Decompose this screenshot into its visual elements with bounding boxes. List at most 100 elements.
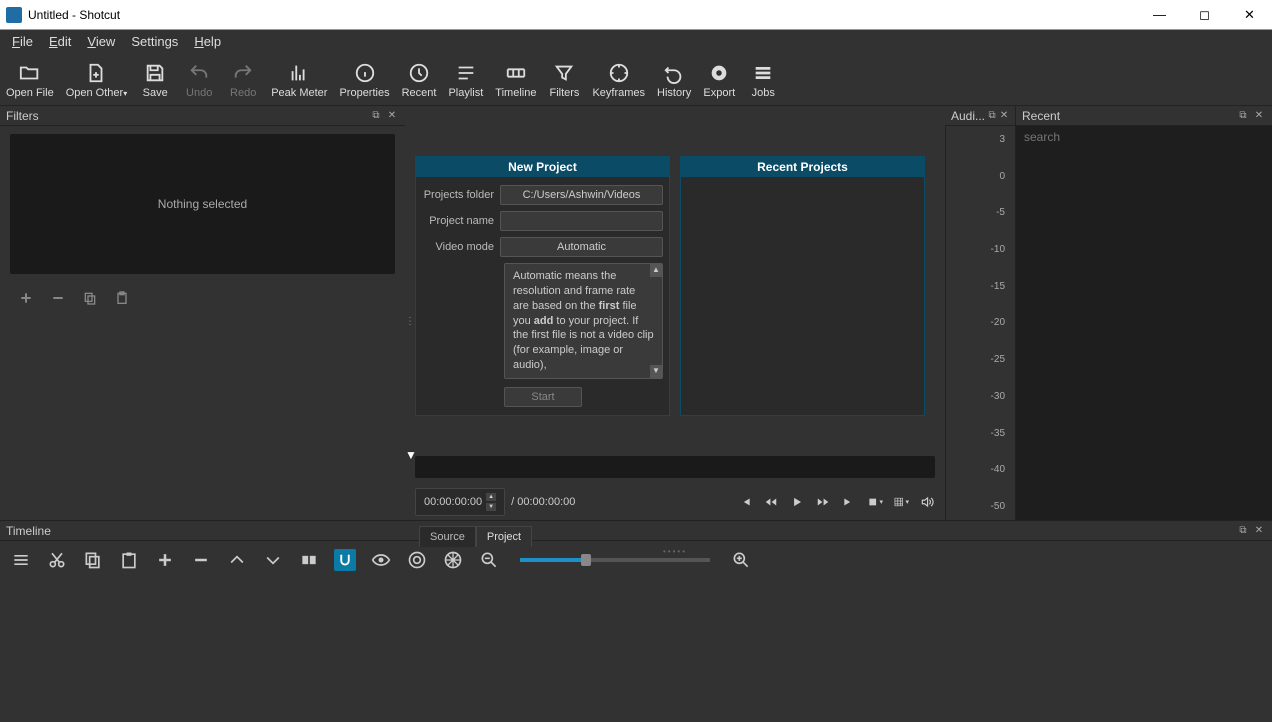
- timeline-undock-icon[interactable]: ⧉: [1236, 524, 1250, 538]
- jobs-button[interactable]: Jobs: [741, 56, 785, 103]
- filters-close-icon[interactable]: ✕: [385, 109, 399, 123]
- zoom-fit-button[interactable]: ▾: [867, 494, 883, 510]
- app-icon: [6, 7, 22, 23]
- remove-filter-button[interactable]: [48, 288, 68, 308]
- recent-panel-header: Recent ⧉ ✕: [1016, 106, 1272, 126]
- properties-button[interactable]: Properties: [333, 56, 395, 103]
- keyframes-icon: [608, 62, 630, 84]
- scrub-button[interactable]: [370, 549, 392, 571]
- menu-view[interactable]: View: [79, 30, 123, 54]
- recent-button[interactable]: Recent: [396, 56, 443, 103]
- copy-button[interactable]: [82, 549, 104, 571]
- recent-search-input[interactable]: [1016, 126, 1272, 148]
- tab-project[interactable]: Project: [476, 526, 532, 547]
- minimize-button[interactable]: —: [1137, 0, 1182, 29]
- cut-button[interactable]: [46, 549, 68, 571]
- recent-panel-title: Recent: [1022, 109, 1060, 123]
- project-name-input[interactable]: [500, 211, 663, 231]
- timeline-close-icon[interactable]: ✕: [1252, 524, 1266, 538]
- recent-panel: Recent ⧉ ✕: [1015, 106, 1272, 520]
- audio-close-icon[interactable]: ✕: [999, 109, 1009, 123]
- filters-undock-icon[interactable]: ⧉: [369, 109, 383, 123]
- timeline-panel-title: Timeline: [6, 524, 51, 538]
- keyframes-button[interactable]: Keyframes: [586, 56, 651, 103]
- remove-button[interactable]: [190, 549, 212, 571]
- filters-toolbar: [10, 284, 395, 312]
- recent-close-icon[interactable]: ✕: [1252, 109, 1266, 123]
- recent-body: [1016, 126, 1272, 520]
- timeline-icon: [505, 62, 527, 84]
- timeline-menu-button[interactable]: [10, 549, 32, 571]
- scroll-up-icon[interactable]: ▲: [650, 264, 662, 277]
- audio-peak-panel: Audi... ⧉ ✕ 3 0 -5 -10 -15 -20 -25 -30 -…: [945, 106, 1015, 520]
- zoom-thumb[interactable]: [581, 554, 591, 566]
- overwrite-button[interactable]: [262, 549, 284, 571]
- start-button[interactable]: Start: [504, 387, 582, 407]
- filters-panel-header: Filters ⧉ ✕: [0, 106, 405, 126]
- paste-filter-button[interactable]: [112, 288, 132, 308]
- rewind-button[interactable]: [763, 494, 779, 510]
- audio-meter-body: 3 0 -5 -10 -15 -20 -25 -30 -35 -40 -50: [945, 126, 1015, 520]
- player-track[interactable]: [415, 456, 935, 478]
- open-other-button[interactable]: Open Other▾: [60, 56, 134, 103]
- split-button[interactable]: [298, 549, 320, 571]
- recent-projects-card: Recent Projects: [680, 156, 925, 416]
- video-mode-info: Automatic means the resolution and frame…: [504, 263, 663, 379]
- timecode-down-icon[interactable]: ▼: [486, 503, 496, 511]
- menu-settings[interactable]: Settings: [123, 30, 186, 54]
- clock-icon: [408, 62, 430, 84]
- project-name-label: Project name: [422, 215, 500, 227]
- horizontal-resizer[interactable]: •••••: [405, 547, 945, 556]
- play-button[interactable]: [789, 494, 805, 510]
- video-mode-select[interactable]: Automatic: [500, 237, 663, 257]
- left-resizer[interactable]: [405, 313, 409, 343]
- timecode-up-icon[interactable]: ▲: [486, 493, 496, 501]
- peak-meter-button[interactable]: Peak Meter: [265, 56, 333, 103]
- folder-open-icon: [19, 62, 41, 84]
- skip-next-button[interactable]: [841, 494, 857, 510]
- menu-file[interactable]: File: [4, 30, 41, 54]
- append-button[interactable]: [154, 549, 176, 571]
- tab-source[interactable]: Source: [419, 526, 476, 547]
- save-button[interactable]: Save: [133, 56, 177, 103]
- copy-filter-button[interactable]: [80, 288, 100, 308]
- history-icon: [663, 62, 685, 84]
- audio-undock-icon[interactable]: ⧉: [987, 109, 997, 123]
- timeline-tracks[interactable]: [0, 579, 1272, 722]
- recent-undock-icon[interactable]: ⧉: [1236, 109, 1250, 123]
- maximize-button[interactable]: ◻: [1182, 0, 1227, 29]
- info-scrollbar[interactable]: ▲ ▼: [650, 264, 662, 378]
- open-file-button[interactable]: Open File: [0, 56, 60, 103]
- paste-button[interactable]: [118, 549, 140, 571]
- titlebar: Untitled - Shotcut — ◻ ✕: [0, 0, 1272, 30]
- export-button[interactable]: Export: [697, 56, 741, 103]
- history-button[interactable]: History: [651, 56, 697, 103]
- menu-edit[interactable]: Edit: [41, 30, 79, 54]
- player-area: ▼ 00:00:00:00 ▲ ▼ / 00:00:00:00: [405, 456, 945, 547]
- forward-button[interactable]: [815, 494, 831, 510]
- jobs-icon: [752, 62, 774, 84]
- filters-button[interactable]: Filters: [542, 56, 586, 103]
- video-mode-label: Video mode: [422, 241, 500, 253]
- audio-scale: 3 0 -5 -10 -15 -20 -25 -30 -35 -40 -50: [991, 134, 1005, 512]
- recent-projects-list: [681, 177, 924, 367]
- current-timecode[interactable]: 00:00:00:00 ▲ ▼: [415, 488, 505, 516]
- skip-prev-button[interactable]: [737, 494, 753, 510]
- window-title: Untitled - Shotcut: [28, 8, 1137, 22]
- snap-button[interactable]: [334, 549, 356, 571]
- filters-body: Nothing selected: [0, 126, 405, 520]
- recent-projects-title: Recent Projects: [681, 157, 924, 177]
- timeline-button[interactable]: Timeline: [489, 56, 542, 103]
- close-button[interactable]: ✕: [1227, 0, 1272, 29]
- menu-help[interactable]: Help: [186, 30, 229, 54]
- volume-button[interactable]: [919, 494, 935, 510]
- add-filter-button[interactable]: [16, 288, 36, 308]
- lift-button[interactable]: [226, 549, 248, 571]
- projects-folder-value[interactable]: C:/Users/Ashwin/Videos: [500, 185, 663, 205]
- playlist-button[interactable]: Playlist: [442, 56, 489, 103]
- zoom-slider[interactable]: [520, 558, 710, 562]
- undo-button[interactable]: Undo: [177, 56, 221, 103]
- grid-button[interactable]: ▾: [893, 494, 909, 510]
- redo-button[interactable]: Redo: [221, 56, 265, 103]
- scroll-down-icon[interactable]: ▼: [650, 365, 662, 378]
